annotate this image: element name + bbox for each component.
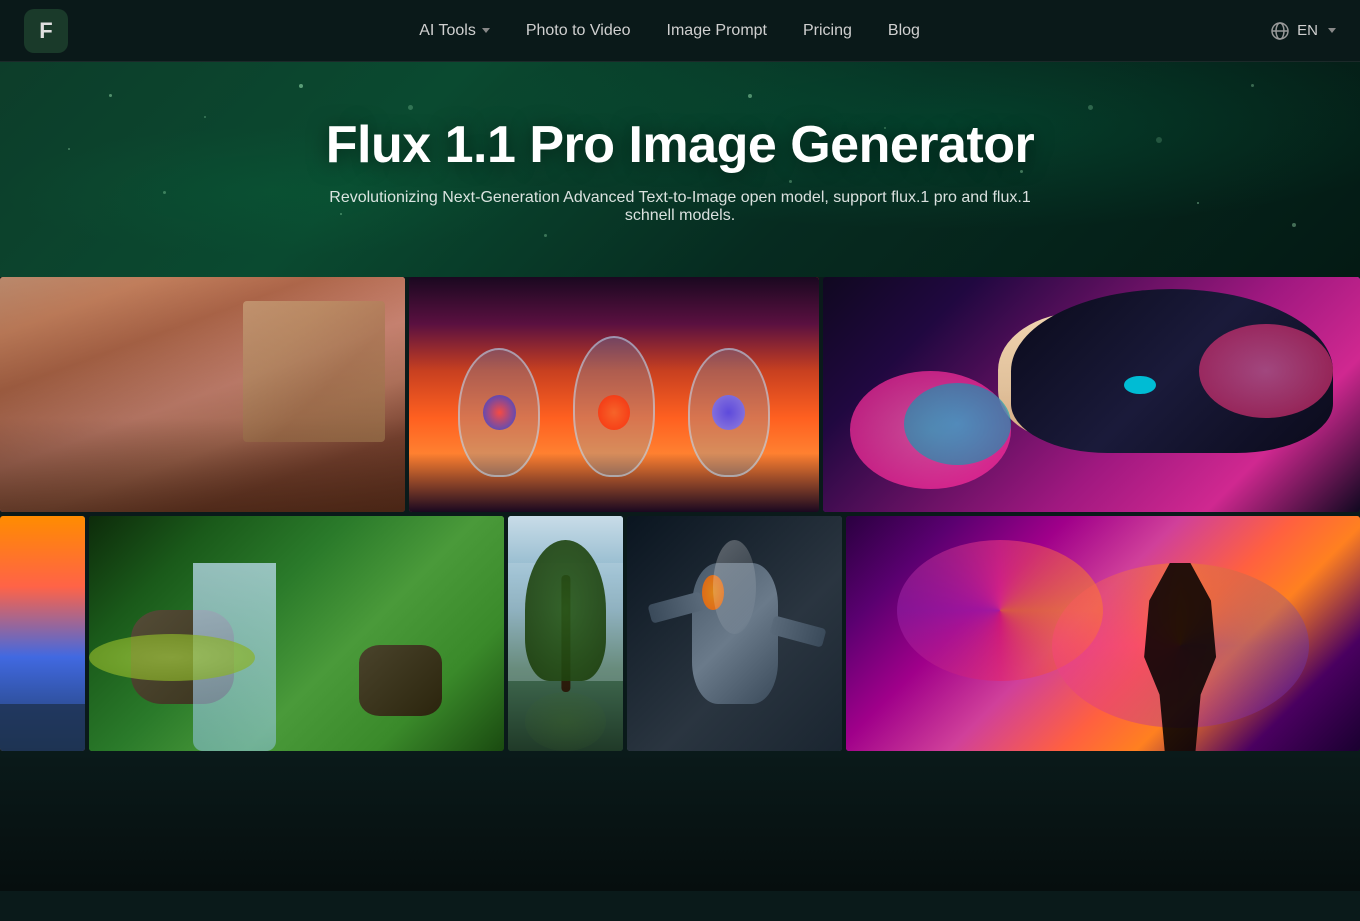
hero-title: Flux 1.1 Pro Image Generator [326, 115, 1034, 175]
nav-item-pricing[interactable]: Pricing [803, 22, 852, 40]
hero-section: Flux 1.1 Pro Image Generator Revolutioni… [0, 62, 1360, 277]
nav-item-photo-to-video[interactable]: Photo to Video [526, 22, 631, 40]
language-selector[interactable]: EN [1271, 22, 1336, 40]
nav-item-image-prompt[interactable]: Image Prompt [667, 22, 767, 40]
navbar: F AI Tools Photo to Video Image Prompt P… [0, 0, 1360, 62]
chevron-down-icon [482, 28, 490, 33]
bottom-area [0, 751, 1360, 891]
globe-icon [1271, 22, 1289, 40]
gallery-item-girl [0, 277, 405, 512]
gallery-item-anime [823, 277, 1360, 512]
logo-text: F [39, 18, 52, 44]
lang-chevron-icon [1328, 28, 1336, 33]
logo[interactable]: F [24, 9, 68, 53]
nav-item-blog[interactable]: Blog [888, 22, 920, 40]
gallery [0, 277, 1360, 751]
gallery-item-fish [409, 277, 819, 512]
gallery-row-1 [0, 277, 1360, 512]
gallery-item-tree [508, 516, 623, 751]
nav-item-ai-tools[interactable]: AI Tools [419, 22, 490, 40]
gallery-row-2 [0, 516, 1360, 751]
hero-subtitle: Revolutionizing Next-Generation Advanced… [320, 189, 1040, 225]
gallery-item-robot [627, 516, 842, 751]
gallery-item-waterfall [89, 516, 504, 751]
lang-code: EN [1297, 22, 1318, 39]
gallery-item-swirl [846, 516, 1360, 751]
nav-center: AI Tools Photo to Video Image Prompt Pri… [419, 22, 920, 40]
gallery-item-beach [0, 516, 85, 751]
